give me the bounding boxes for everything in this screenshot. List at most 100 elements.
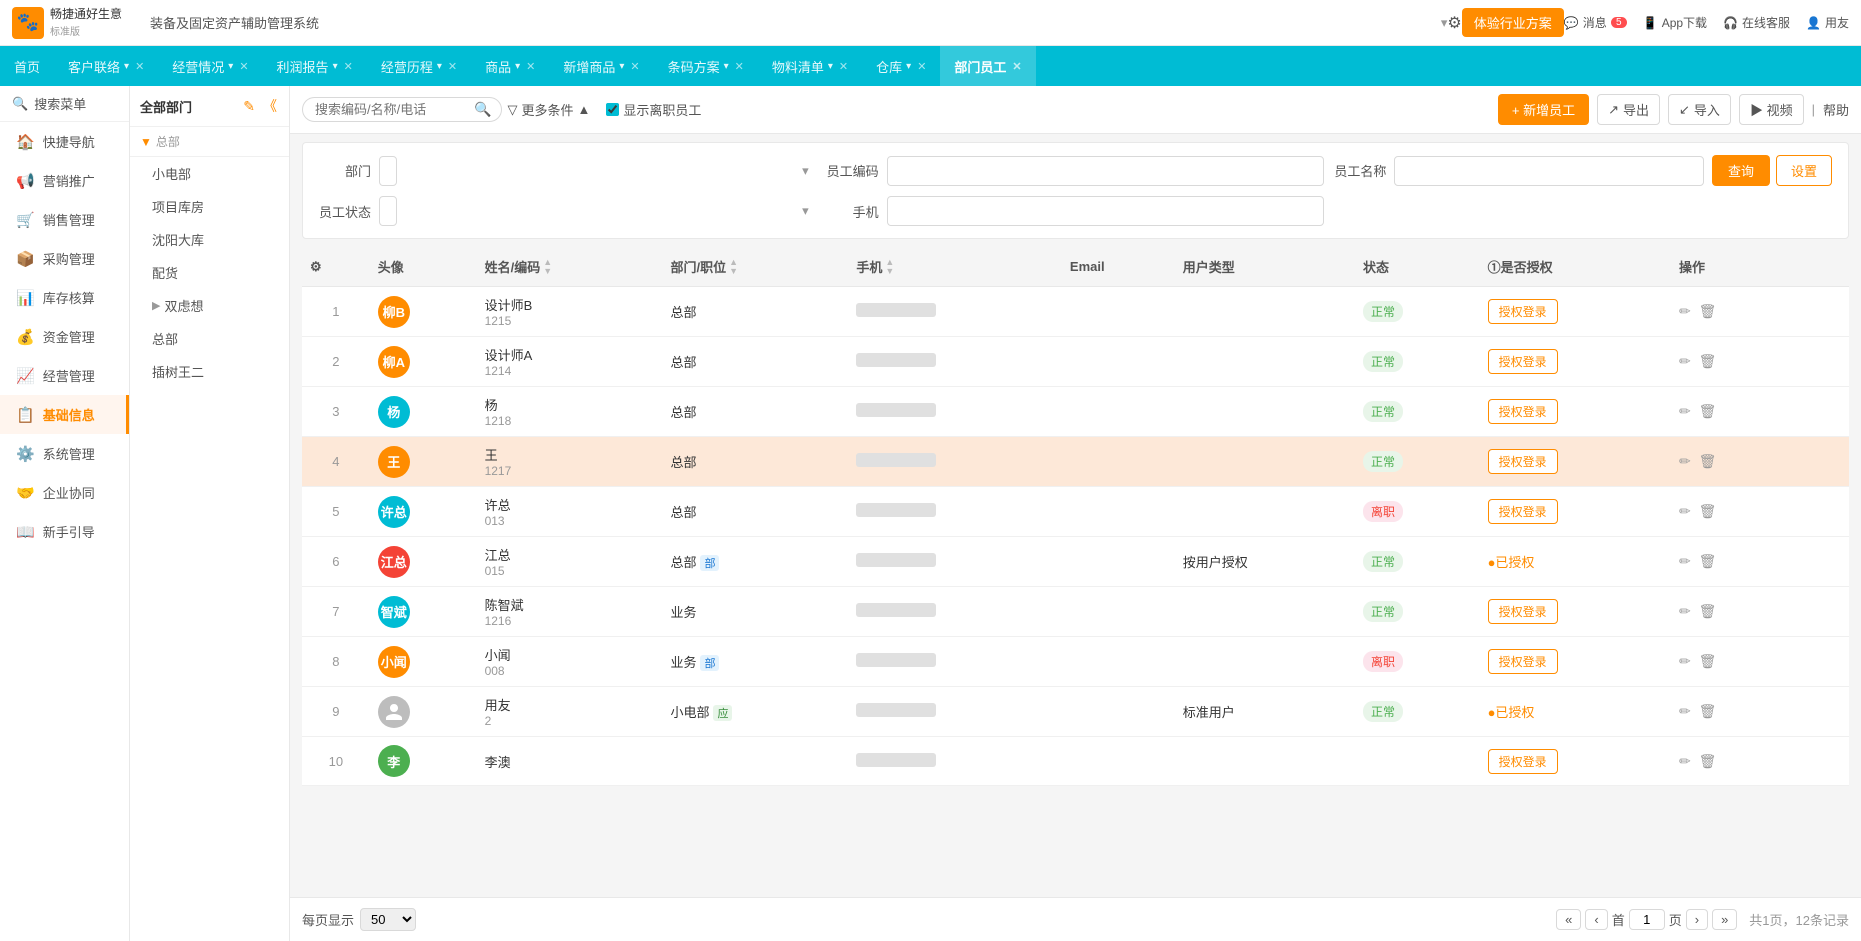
delete-button[interactable]: 🗑 [1699,503,1717,520]
nav-bom-close[interactable]: ✕ [839,60,848,73]
settings-button[interactable]: ⚙ [1447,13,1461,33]
nav-wh-close[interactable]: ✕ [917,60,926,73]
sidebar-item-basic-info[interactable]: 📋 基础信息 [0,395,129,434]
first-page-button[interactable]: « [1556,909,1581,930]
auth-button[interactable]: 授权登录 [1488,399,1558,424]
more-filters-button[interactable]: ▽ 更多条件 ▲ [499,96,598,123]
nav-warehouse[interactable]: 仓库 ▾ ✕ [862,46,940,86]
dept-item-shenyang[interactable]: 沈阳大库 [130,223,289,256]
sort-phone[interactable]: 手机 ▲▼ [856,257,1054,276]
sidebar-item-inventory[interactable]: 📊 库存核算 [0,278,129,317]
online-service-button[interactable]: 🎧 在线客服 [1723,14,1790,31]
show-resigned-checkbox[interactable]: 显示离职员工 [606,100,701,119]
search-input[interactable] [302,97,502,122]
edit-button[interactable]: ✏ [1679,653,1691,670]
dept-item-project[interactable]: 项目库房 [130,190,289,223]
message-button[interactable]: 💬 消息 5 [1564,14,1627,31]
user-button[interactable]: 👤 用友 [1806,14,1849,31]
nav-customer-close[interactable]: ✕ [135,60,144,73]
add-employee-button[interactable]: + 新增员工 [1498,94,1589,125]
sidebar-item-marketing[interactable]: 📢 营销推广 [0,161,129,200]
edit-button[interactable]: ✏ [1679,703,1691,720]
delete-button[interactable]: 🗑 [1699,753,1717,770]
sort-name[interactable]: 姓名/编码 ▲▼ [485,257,655,276]
nav-operations[interactable]: 经营情况 ▾ ✕ [158,46,262,86]
filter-dept-select[interactable] [379,156,397,186]
prev-page-button[interactable]: ‹ [1585,909,1607,930]
dept-item-dual[interactable]: ▶ 双虑想 [130,289,289,322]
app-download-button[interactable]: 📱 App下载 [1643,14,1707,31]
nav-new-goods[interactable]: 新增商品 ▾ ✕ [549,46,653,86]
filter-phone-input[interactable] [887,196,1325,226]
edit-button[interactable]: ✏ [1679,503,1691,520]
nav-newgoods-close[interactable]: ✕ [630,60,639,73]
delete-button[interactable]: 🗑 [1699,303,1717,320]
dept-item-insert[interactable]: 插树王二 [130,355,289,388]
nav-customer[interactable]: 客户联络 ▾ ✕ [54,46,158,86]
th-dept[interactable]: 部门/职位 ▲▼ [662,247,848,287]
delete-button[interactable]: 🗑 [1699,653,1717,670]
edit-button[interactable]: ✏ [1679,603,1691,620]
nav-profit-close[interactable]: ✕ [344,60,353,73]
last-page-button[interactable]: » [1712,909,1737,930]
sidebar-item-system[interactable]: ⚙️ 系统管理 [0,434,129,473]
delete-button[interactable]: 🗑 [1699,553,1717,570]
filter-emp-code-input[interactable] [887,156,1325,186]
experience-button[interactable]: 体验行业方案 [1462,8,1564,37]
help-button[interactable]: | [1812,102,1815,117]
edit-button[interactable]: ✏ [1679,753,1691,770]
dept-tree-collapse-btn[interactable]: 《 [261,94,279,118]
export-button[interactable]: ↗ 导出 [1597,94,1660,125]
sidebar-item-operations[interactable]: 📈 经营管理 [0,356,129,395]
auth-button[interactable]: 授权登录 [1488,649,1558,674]
dept-item-hq[interactable]: 总部 [130,322,289,355]
auth-button[interactable]: 授权登录 [1488,499,1558,524]
nav-employees[interactable]: 部门员工 ✕ [940,46,1035,86]
nav-ops-close[interactable]: ✕ [239,60,248,73]
sort-dept[interactable]: 部门/职位 ▲▼ [670,257,840,276]
auth-button[interactable]: 授权登录 [1488,349,1558,374]
nav-emp-close[interactable]: ✕ [1012,60,1021,73]
nav-barcode[interactable]: 条码方案 ▾ ✕ [654,46,758,86]
sidebar-item-enterprise[interactable]: 🤝 企业协同 [0,473,129,512]
column-settings-icon[interactable]: ⚙ [310,259,322,274]
edit-button[interactable]: ✏ [1679,403,1691,420]
auth-button[interactable]: 授权登录 [1488,449,1558,474]
next-page-button[interactable]: › [1686,909,1708,930]
query-button[interactable]: 查询 [1712,155,1770,186]
import-button[interactable]: ↙ 导入 [1668,94,1731,125]
per-page-select[interactable]: 50 100 [360,908,416,931]
delete-button[interactable]: 🗑 [1699,703,1717,720]
show-resigned-input[interactable] [606,103,619,116]
delete-button[interactable]: 🗑 [1699,403,1717,420]
nav-home[interactable]: 首页 [0,46,54,86]
sidebar-item-sales[interactable]: 🛒 销售管理 [0,200,129,239]
page-number-input[interactable] [1629,909,1665,930]
dept-item-delivery[interactable]: 配货 [130,256,289,289]
sidebar-item-purchase[interactable]: 📦 采购管理 [0,239,129,278]
dept-tree-edit-btn[interactable]: ✎ [241,96,257,117]
dept-item-small-elec[interactable]: 小电部 [130,157,289,190]
filter-status-select[interactable] [379,196,397,226]
edit-button[interactable]: ✏ [1679,453,1691,470]
auth-button[interactable]: 授权登录 [1488,599,1558,624]
edit-button[interactable]: ✏ [1679,303,1691,320]
help-label[interactable]: 帮助 [1823,100,1849,119]
auth-button[interactable]: 授权登录 [1488,749,1558,774]
delete-button[interactable]: 🗑 [1699,353,1717,370]
edit-button[interactable]: ✏ [1679,553,1691,570]
filter-emp-name-input[interactable] [1394,156,1704,186]
nav-profit[interactable]: 利润报告 ▾ ✕ [263,46,367,86]
nav-bom[interactable]: 物料清单 ▾ ✕ [758,46,862,86]
auth-button[interactable]: 授权登录 [1488,299,1558,324]
th-phone[interactable]: 手机 ▲▼ [848,247,1062,287]
edit-button[interactable]: ✏ [1679,353,1691,370]
nav-history[interactable]: 经营历程 ▾ ✕ [367,46,471,86]
nav-goods-close[interactable]: ✕ [526,60,535,73]
nav-goods[interactable]: 商品 ▾ ✕ [471,46,549,86]
view-button[interactable]: ▶ 视频 [1739,94,1804,125]
delete-button[interactable]: 🗑 [1699,603,1717,620]
sidebar-item-guide[interactable]: 📖 新手引导 [0,512,129,551]
sidebar-search[interactable]: 🔍 搜索菜单 [0,86,129,122]
delete-button[interactable]: 🗑 [1699,453,1717,470]
